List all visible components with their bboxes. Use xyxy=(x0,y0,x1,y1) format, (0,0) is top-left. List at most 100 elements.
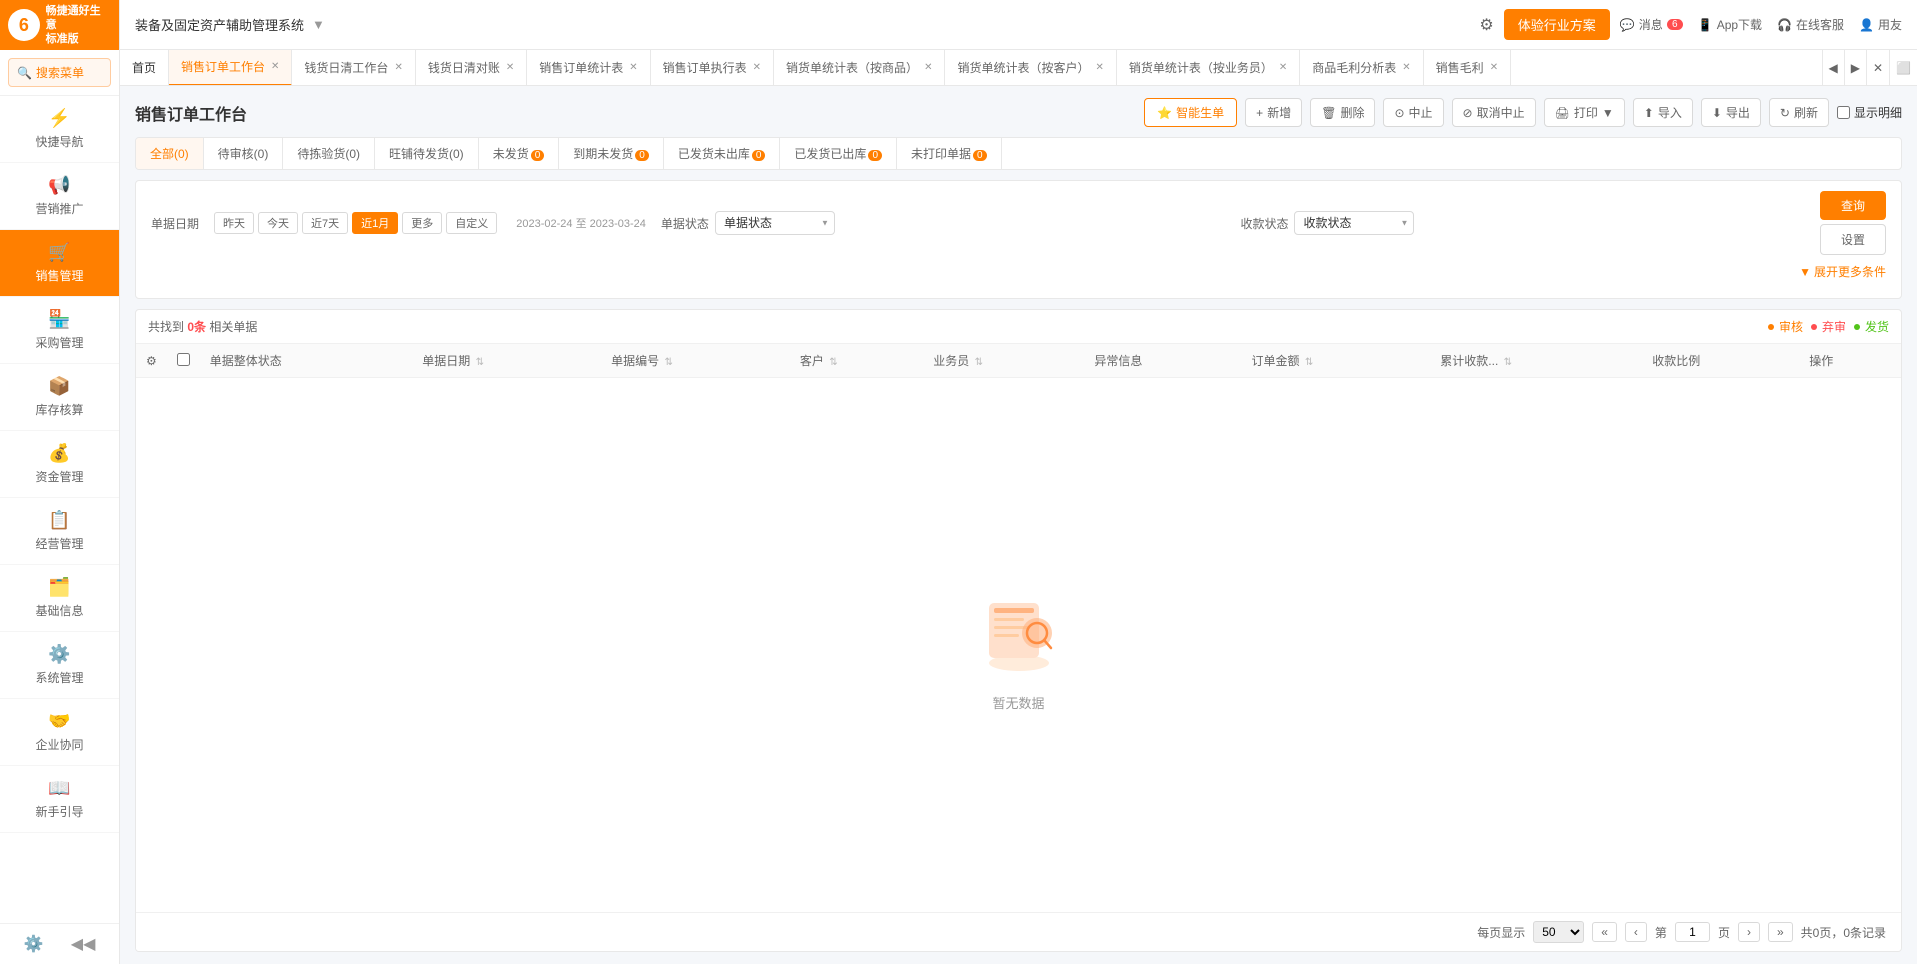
filter-tab-not-printed[interactable]: 未打印单据0 xyxy=(897,138,1002,169)
reject-button[interactable]: 弃审 xyxy=(1811,318,1846,335)
filter-tab-pending-review[interactable]: 待审核(0) xyxy=(204,138,284,169)
refresh-button[interactable]: ↻ 刷新 xyxy=(1769,98,1829,127)
customer-sort-icon[interactable]: ⇅ xyxy=(829,357,837,368)
filter-tab-shipped-not-out[interactable]: 已发货未出库0 xyxy=(664,138,781,169)
audit-button[interactable]: 审核 xyxy=(1768,318,1803,335)
tab-sales-order[interactable]: 销售订单工作台 ✕ xyxy=(169,50,292,86)
prev-page-button[interactable]: ‹ xyxy=(1625,922,1647,942)
col-checkbox[interactable] xyxy=(167,344,200,378)
tab-close-icon[interactable]: ✕ xyxy=(753,62,761,73)
date-btn-1month[interactable]: 近1月 xyxy=(352,212,398,234)
col-received[interactable]: 累计收款... ⇅ xyxy=(1430,344,1642,378)
display-detail-label[interactable]: 显示明细 xyxy=(1837,104,1902,121)
select-all-checkbox[interactable] xyxy=(177,353,190,366)
last-page-button[interactable]: » xyxy=(1768,922,1793,942)
col-salesman[interactable]: 业务员 ⇅ xyxy=(923,344,1084,378)
filter-tab-all[interactable]: 全部(0) xyxy=(136,138,204,169)
print-button[interactable]: 🖨 打印 ▼ xyxy=(1544,98,1625,127)
tab-sales-customer[interactable]: 销货单统计表（按客户） ✕ xyxy=(945,50,1116,86)
col-customer[interactable]: 客户 ⇅ xyxy=(790,344,923,378)
sidebar-item-guide[interactable]: 📖 新手引导 xyxy=(0,766,119,833)
tab-sales-product[interactable]: 销货单统计表（按商品） ✕ xyxy=(774,50,945,86)
add-button[interactable]: + 新增 xyxy=(1245,98,1302,127)
sidebar-item-enterprise[interactable]: 🤝 企业协同 xyxy=(0,699,119,766)
tab-cash-daily[interactable]: 钱货日清工作台 ✕ xyxy=(292,50,415,86)
date-btn-more[interactable]: 更多 xyxy=(402,212,442,234)
online-service-action[interactable]: 🎧 在线客服 xyxy=(1777,16,1844,33)
sidebar-item-operations[interactable]: 📋 经营管理 xyxy=(0,498,119,565)
stop-button[interactable]: ⊙ 中止 xyxy=(1383,98,1443,127)
sidebar-item-finance[interactable]: 💰 资金管理 xyxy=(0,431,119,498)
next-page-button[interactable]: › xyxy=(1738,922,1760,942)
sidebar-item-marketing[interactable]: 📢 营销推广 xyxy=(0,163,119,230)
settings-bottom-btn[interactable]: ⚙️ xyxy=(24,934,44,954)
status-select[interactable]: 单据状态 xyxy=(715,211,835,235)
delete-button[interactable]: 🗑 删除 xyxy=(1310,98,1375,127)
received-sort-icon[interactable]: ⇅ xyxy=(1504,357,1512,368)
collapse-btn[interactable]: ◀◀ xyxy=(71,934,96,954)
tab-close-icon[interactable]: ✕ xyxy=(1279,62,1287,73)
salesman-sort-icon[interactable]: ⇅ xyxy=(975,357,983,368)
tab-profit[interactable]: 商品毛利分析表 ✕ xyxy=(1300,50,1423,86)
col-settings[interactable]: ⚙ xyxy=(136,344,167,378)
sidebar-item-basic[interactable]: 🗂️ 基础信息 xyxy=(0,565,119,632)
tab-close-icon[interactable]: ✕ xyxy=(1095,62,1103,73)
col-amount[interactable]: 订单金额 ⇅ xyxy=(1241,344,1430,378)
number-sort-icon[interactable]: ⇅ xyxy=(664,357,672,368)
topbar-settings-icon[interactable]: ⚙ xyxy=(1479,15,1493,35)
tab-close-icon[interactable]: ✕ xyxy=(1402,62,1410,73)
tab-close-icon[interactable]: ✕ xyxy=(506,62,514,73)
tabs-close-current[interactable]: ✕ xyxy=(1866,50,1889,86)
expand-conditions-button[interactable]: ▼ 展开更多条件 xyxy=(1799,263,1886,280)
filter-tab-pending-check[interactable]: 待拣验货(0) xyxy=(283,138,375,169)
tab-close-icon[interactable]: ✕ xyxy=(924,62,932,73)
display-detail-checkbox[interactable] xyxy=(1837,106,1850,119)
date-btn-yesterday[interactable]: 昨天 xyxy=(214,212,254,234)
setting-button[interactable]: 设置 xyxy=(1820,224,1886,255)
message-action[interactable]: 💬 消息 6 xyxy=(1620,16,1683,33)
smart-generate-button[interactable]: ⭐ 智能生单 xyxy=(1144,98,1237,127)
tab-home[interactable]: 首页 xyxy=(120,50,169,86)
search-menu-button[interactable]: 🔍 搜索菜单 xyxy=(8,58,111,87)
filter-tab-overdue[interactable]: 到期未发货0 xyxy=(559,138,664,169)
date-btn-custom[interactable]: 自定义 xyxy=(446,212,497,234)
app-download-action[interactable]: 📱 App下载 xyxy=(1698,16,1762,33)
tabs-maximize[interactable]: ⬜ xyxy=(1889,50,1917,86)
date-btn-today[interactable]: 今天 xyxy=(258,212,298,234)
payment-select[interactable]: 收款状态 xyxy=(1294,211,1414,235)
sidebar-item-purchase[interactable]: 🏪 采购管理 xyxy=(0,297,119,364)
query-button[interactable]: 查询 xyxy=(1820,191,1886,220)
tabs-scroll-left[interactable]: ◀ xyxy=(1822,50,1844,86)
sidebar-item-inventory[interactable]: 📦 库存核算 xyxy=(0,364,119,431)
tabs-scroll-right[interactable]: ▶ xyxy=(1844,50,1866,86)
industry-solution-button[interactable]: 体验行业方案 xyxy=(1504,9,1610,40)
tab-cash-reconcile[interactable]: 钱货日清对账 ✕ xyxy=(416,50,527,86)
page-number-input[interactable] xyxy=(1675,922,1710,942)
sidebar-item-system[interactable]: ⚙️ 系统管理 xyxy=(0,632,119,699)
filter-tab-wangpu[interactable]: 旺铺待发货(0) xyxy=(375,138,479,169)
import-button[interactable]: ⬆ 导入 xyxy=(1633,98,1693,127)
title-dropdown-icon[interactable]: ▼ xyxy=(312,17,325,32)
export-button[interactable]: ⬇ 导出 xyxy=(1701,98,1761,127)
tab-close-icon[interactable]: ✕ xyxy=(629,62,637,73)
sidebar-item-quick-nav[interactable]: ⚡ 快捷导航 xyxy=(0,96,119,163)
amount-sort-icon[interactable]: ⇅ xyxy=(1305,357,1313,368)
tab-close-icon[interactable]: ✕ xyxy=(1490,62,1498,73)
page-size-select[interactable]: 50 10 20 100 xyxy=(1533,921,1584,943)
date-btn-7days[interactable]: 近7天 xyxy=(302,212,348,234)
cancel-stop-button[interactable]: ⊘ 取消中止 xyxy=(1452,98,1536,127)
col-number[interactable]: 单据编号 ⇅ xyxy=(601,344,790,378)
filter-tab-not-shipped[interactable]: 未发货0 xyxy=(479,138,560,169)
col-date[interactable]: 单据日期 ⇅ xyxy=(412,344,601,378)
tab-close-icon[interactable]: ✕ xyxy=(271,61,279,72)
user-action[interactable]: 👤 用友 xyxy=(1859,16,1902,33)
tab-sales-exec[interactable]: 销售订单执行表 ✕ xyxy=(651,50,774,86)
first-page-button[interactable]: « xyxy=(1592,922,1617,942)
tab-sales-salesman[interactable]: 销货单统计表（按业务员） ✕ xyxy=(1117,50,1300,86)
filter-tab-shipped-out[interactable]: 已发货已出库0 xyxy=(780,138,897,169)
tab-sales-profit[interactable]: 销售毛利 ✕ xyxy=(1424,50,1511,86)
tab-close-icon[interactable]: ✕ xyxy=(394,62,402,73)
sidebar-item-sales[interactable]: 🛒 销售管理 xyxy=(0,230,119,297)
tab-sales-stats[interactable]: 销售订单统计表 ✕ xyxy=(527,50,650,86)
send-button[interactable]: 发货 xyxy=(1854,318,1889,335)
